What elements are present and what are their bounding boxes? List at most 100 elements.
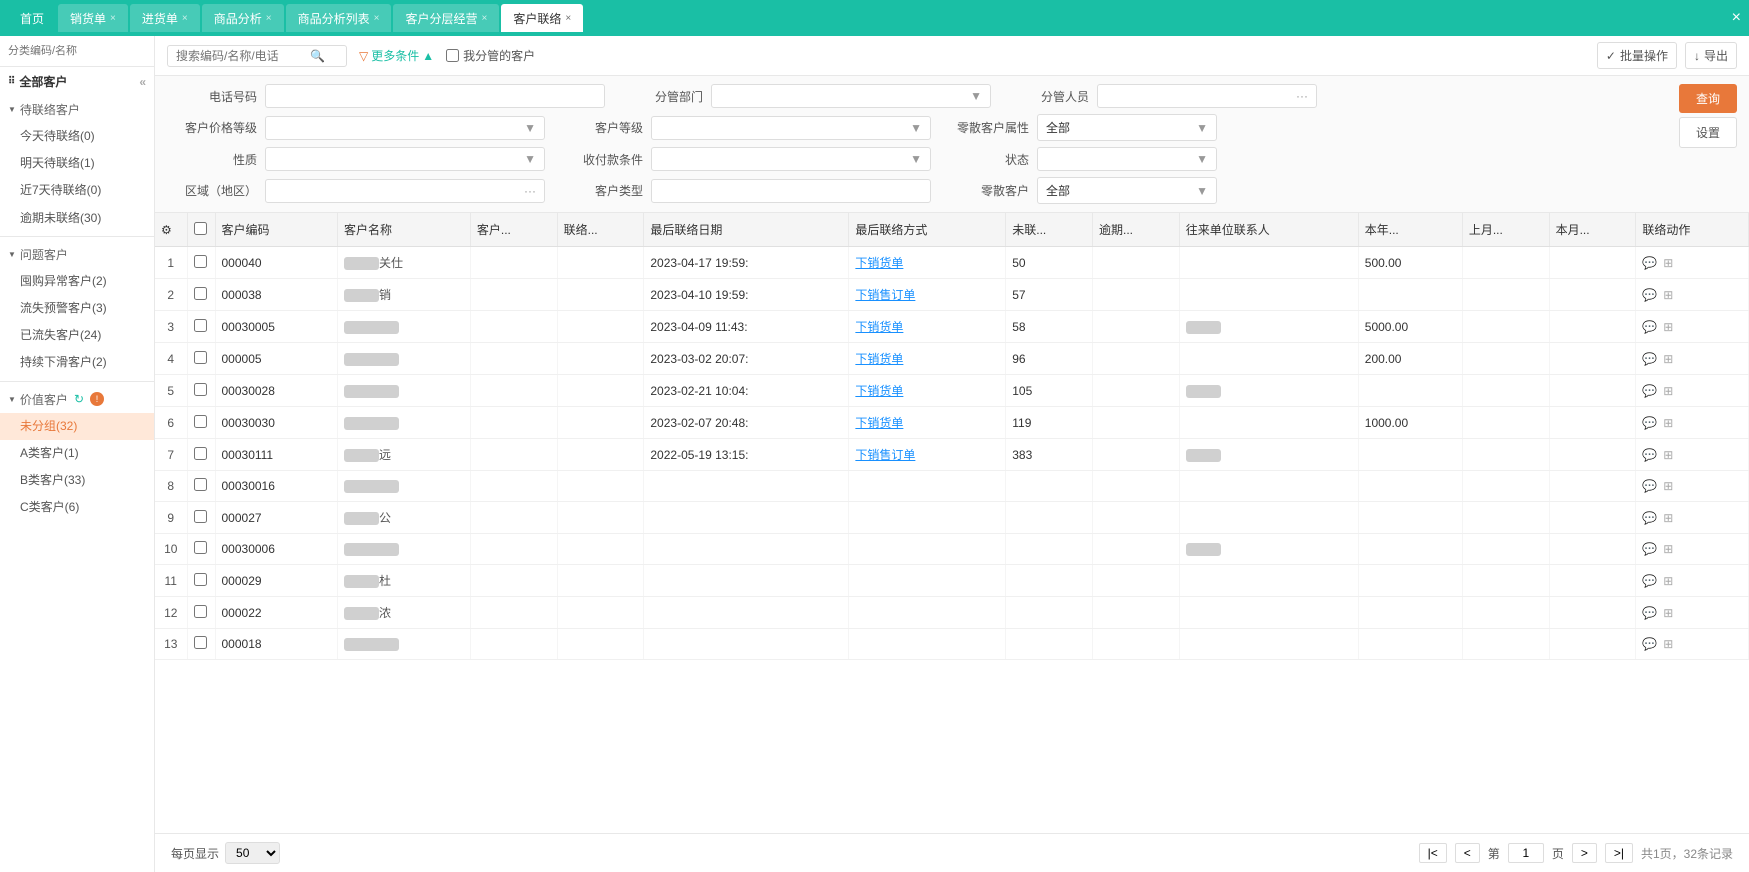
row-checkbox[interactable] [194,383,207,396]
next-page-button[interactable]: > [1572,843,1597,863]
chat-icon[interactable]: 💬 [1642,256,1657,270]
last-page-button[interactable]: >| [1605,843,1633,863]
row-checkbox[interactable] [194,478,207,491]
chat-icon[interactable]: 💬 [1642,288,1657,302]
td-last-method[interactable]: 下销货单 [849,375,1006,407]
sidebar-search-input[interactable] [8,45,150,57]
grid-action-icon[interactable]: ⊞ [1663,256,1673,270]
tab-customer-contact[interactable]: 客户联络 × [501,4,583,32]
row-checkbox[interactable] [194,447,207,460]
grid-action-icon[interactable]: ⊞ [1663,574,1673,588]
td-last-method[interactable]: 下销货单 [849,343,1006,375]
td-check[interactable] [187,247,215,279]
chat-icon[interactable]: 💬 [1642,416,1657,430]
sidebar-item-typeB[interactable]: B类客户(33) [0,467,154,494]
sidebar-item-week[interactable]: 近7天待联络(0) [0,177,154,204]
chat-icon[interactable]: 💬 [1642,384,1657,398]
chat-icon[interactable]: 💬 [1642,511,1657,525]
sidebar-item-overdue[interactable]: 逾期未联络(30) [0,205,154,232]
close-icon[interactable]: × [182,13,188,24]
grid-action-icon[interactable]: ⊞ [1663,288,1673,302]
first-page-button[interactable]: |< [1419,843,1447,863]
search-input[interactable] [176,49,306,63]
grid-action-icon[interactable]: ⊞ [1663,448,1673,462]
chat-icon[interactable]: 💬 [1642,574,1657,588]
grid-action-icon[interactable]: ⊞ [1663,479,1673,493]
td-check[interactable] [187,597,215,629]
row-checkbox[interactable] [194,255,207,268]
my-customers-checkbox[interactable]: 我分管的客户 [446,47,535,64]
td-last-method[interactable] [849,565,1006,597]
chat-icon[interactable]: 💬 [1642,448,1657,462]
retail-attr-select[interactable]: 全部▼ [1037,114,1217,141]
td-last-method[interactable]: 下销售订单 [849,439,1006,471]
th-last-method[interactable]: 最后联络方式 [849,213,1006,247]
refresh-icon[interactable]: ↻ [74,392,84,406]
retail-customer-select[interactable]: 全部▼ [1037,177,1217,204]
close-icon[interactable]: × [481,13,487,24]
grid-action-icon[interactable]: ⊞ [1663,542,1673,556]
td-last-method[interactable]: 下销货单 [849,311,1006,343]
chat-icon[interactable]: 💬 [1642,542,1657,556]
grid-action-icon[interactable]: ⊞ [1663,511,1673,525]
td-last-method[interactable]: 下销货单 [849,247,1006,279]
th-gear[interactable]: ⚙ [155,213,187,247]
group-problem-customers[interactable]: ▼ 问题客户 [0,241,154,268]
chat-icon[interactable]: 💬 [1642,352,1657,366]
nature-select[interactable]: ▼ [265,147,545,171]
select-all-checkbox[interactable] [194,222,207,235]
grid-action-icon[interactable]: ⊞ [1663,320,1673,334]
row-checkbox[interactable] [194,636,207,649]
row-checkbox[interactable] [194,415,207,428]
td-check[interactable] [187,407,215,439]
group-waiting-contact[interactable]: ▼ 待联络客户 [0,96,154,123]
row-checkbox[interactable] [194,319,207,332]
td-check[interactable] [187,471,215,502]
chat-icon[interactable]: 💬 [1642,606,1657,620]
export-button[interactable]: ↓ 导出 [1685,42,1737,69]
td-last-method[interactable] [849,597,1006,629]
phone-input[interactable] [265,84,605,108]
close-icon[interactable]: × [374,13,380,24]
sidebar-item-tomorrow[interactable]: 明天待联络(1) [0,150,154,177]
row-checkbox[interactable] [194,573,207,586]
chat-icon[interactable]: 💬 [1642,479,1657,493]
collapse-button[interactable]: « [139,75,146,89]
sidebar-item-churn[interactable]: 流失预警客户(3) [0,295,154,322]
sidebar-item-typeA[interactable]: A类客户(1) [0,440,154,467]
grid-action-icon[interactable]: ⊞ [1663,384,1673,398]
tab-home[interactable]: 首页 [8,4,56,32]
th-contact-person[interactable]: 往来单位联系人 [1179,213,1358,247]
status-select[interactable]: ▼ [1037,147,1217,171]
td-check[interactable] [187,502,215,534]
page-number-input[interactable] [1508,843,1544,863]
td-check[interactable] [187,375,215,407]
td-last-method[interactable] [849,534,1006,565]
th-this-month[interactable]: 本月... [1549,213,1636,247]
th-contact[interactable]: 联络... [557,213,644,247]
td-last-method[interactable] [849,471,1006,502]
reset-button[interactable]: 设置 [1679,117,1737,148]
dept-select[interactable]: ▼ [711,84,991,108]
row-checkbox[interactable] [194,605,207,618]
close-icon[interactable]: × [110,13,116,24]
tab-sales[interactable]: 销货单 × [58,4,128,32]
prev-page-button[interactable]: < [1455,843,1480,863]
sidebar-item-ungrouped[interactable]: 未分组(32) [0,413,154,440]
search-icon[interactable]: 🔍 [310,49,325,63]
group-value-customers[interactable]: ▼ 价值客户 ↻ ! [0,386,154,413]
close-all-button[interactable]: × [1732,9,1741,27]
customer-level-select[interactable]: ▼ [651,116,931,140]
close-icon[interactable]: × [266,13,272,24]
td-check[interactable] [187,343,215,375]
grid-action-icon[interactable]: ⊞ [1663,606,1673,620]
dots-icon[interactable]: ··· [524,184,536,198]
payment-select[interactable]: ▼ [651,147,931,171]
th-type[interactable]: 客户... [470,213,557,247]
grid-action-icon[interactable]: ⊞ [1663,416,1673,430]
batch-op-button[interactable]: ✓ 批量操作 [1597,42,1677,69]
td-last-method[interactable]: 下销售订单 [849,279,1006,311]
td-check[interactable] [187,279,215,311]
tab-analysis[interactable]: 商品分析 × [202,4,284,32]
th-check[interactable] [187,213,215,247]
